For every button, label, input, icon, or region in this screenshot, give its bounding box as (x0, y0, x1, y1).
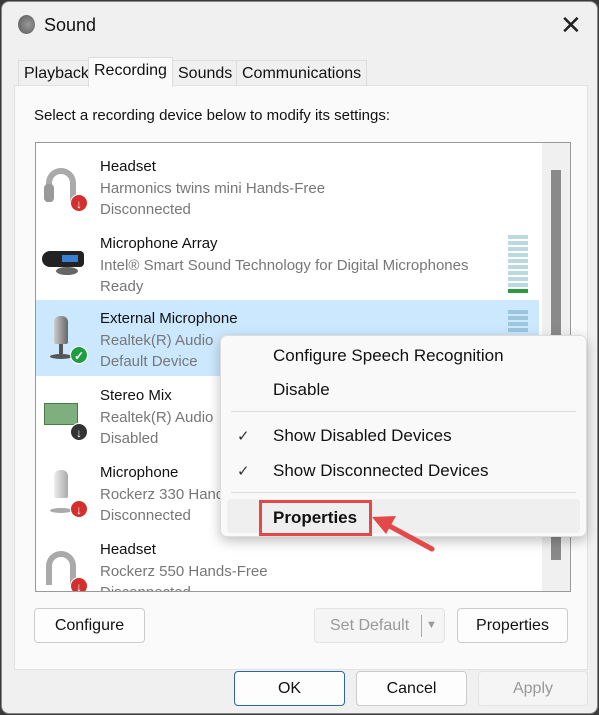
level-meter (508, 310, 528, 334)
menu-item-configure-speech[interactable]: Configure Speech Recognition (273, 346, 504, 366)
microphone-icon: ✓ (42, 316, 88, 364)
microphone-array-icon (42, 241, 84, 287)
device-item[interactable]: Microphone Array Intel® Smart Sound Tech… (36, 225, 539, 301)
sound-dialog: Sound ✕ Playback Recording Sounds Commun… (1, 1, 598, 714)
window-title: Sound (44, 15, 97, 35)
set-default-button[interactable]: Set Default ▼ (314, 608, 445, 643)
menu-divider (231, 492, 576, 493)
headset-icon: ↓ (42, 547, 88, 591)
check-icon: ✓ (237, 428, 250, 445)
tab-sounds[interactable]: Sounds (172, 60, 239, 86)
context-menu: Configure Speech Recognition Disable ✓ S… (220, 335, 587, 537)
cancel-button[interactable]: Cancel (356, 671, 467, 706)
device-item[interactable]: ↓ Headset Harmonics twins mini Hands-Fre… (36, 148, 539, 224)
microphone-icon: ↓ (42, 470, 88, 518)
tab-communications[interactable]: Communications (236, 60, 368, 86)
ok-button[interactable]: OK (234, 671, 345, 706)
device-item[interactable]: ↓ Headset Rockerz 550 Hands-Free Disconn… (36, 531, 539, 591)
level-meter (508, 235, 528, 295)
tab-recording[interactable]: Recording (88, 57, 173, 87)
headset-icon: ↓ (42, 164, 88, 212)
properties-button[interactable]: Properties (457, 608, 568, 643)
apply-button[interactable]: Apply (478, 671, 588, 706)
speaker-icon (18, 15, 35, 34)
menu-item-show-disconnected[interactable]: Show Disconnected Devices (273, 461, 488, 481)
annotation-box (259, 500, 372, 536)
check-icon: ✓ (237, 463, 250, 480)
menu-divider (231, 411, 576, 412)
menu-item-disable[interactable]: Disable (273, 380, 330, 400)
close-icon[interactable]: ✕ (560, 10, 582, 41)
sound-card-icon: ↓ (42, 393, 88, 441)
tab-playback[interactable]: Playback (18, 60, 95, 86)
instruction-text: Select a recording device below to modif… (34, 107, 391, 124)
chevron-down-icon[interactable]: ▼ (426, 609, 437, 642)
configure-button[interactable]: Configure (34, 608, 145, 643)
menu-item-show-disabled[interactable]: Show Disabled Devices (273, 426, 452, 446)
annotation-arrow (372, 516, 435, 552)
